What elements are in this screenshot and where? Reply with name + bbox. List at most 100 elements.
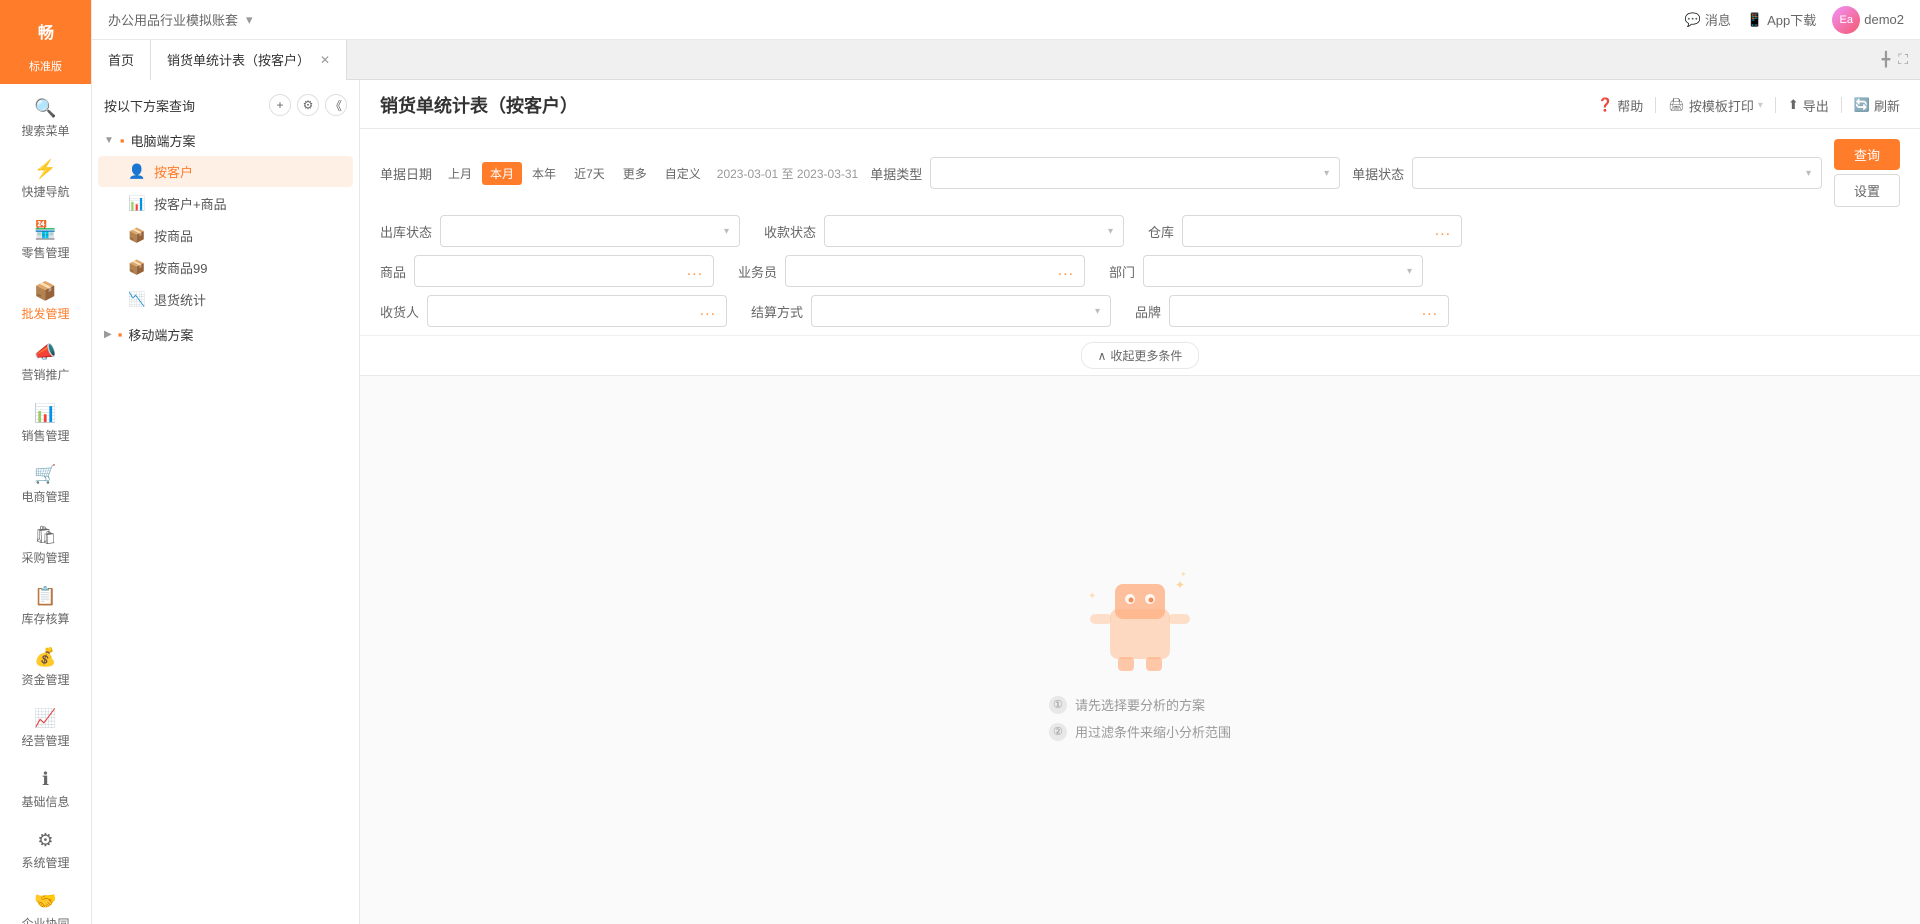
page-actions: ❓ 帮助 🖨 按模板打印 ▾ ⬆ 导出 bbox=[1597, 96, 1900, 115]
salesperson-label: 业务员 bbox=[738, 262, 777, 281]
query-button[interactable]: 查询 bbox=[1834, 139, 1900, 170]
sidebar-item-sales-mgmt[interactable]: 📊 销售管理 bbox=[0, 393, 91, 454]
date-btn-last-month[interactable]: 上月 bbox=[440, 162, 480, 185]
avatar: Ea bbox=[1832, 6, 1860, 34]
scheme-group-mobile-header[interactable]: ▶ ▪ 移动端方案 bbox=[92, 320, 359, 349]
tabbar: 首页 销货单统计表（按客户） ✕ ╋ ⛶ bbox=[92, 40, 1920, 80]
order-type-label: 单据类型 bbox=[870, 164, 922, 183]
sidebar-item-system[interactable]: ⚙ 系统管理 bbox=[0, 820, 91, 881]
desktop-group-arrow: ▼ bbox=[104, 135, 114, 146]
department-select[interactable]: ▾ bbox=[1143, 255, 1423, 287]
search-menu-icon: 🔍 bbox=[34, 98, 56, 119]
settings-button[interactable]: 设置 bbox=[1834, 174, 1900, 207]
settle-method-arrow-icon: ▾ bbox=[1095, 306, 1100, 317]
scheme-item-by-customer[interactable]: 👤 按客户 bbox=[98, 156, 353, 187]
sidebar-item-ecommerce[interactable]: 🛒 电商管理 bbox=[0, 454, 91, 515]
content-area: 按以下方案查询 + ⚙ 《 ▼ ▪ 电 bbox=[92, 80, 1920, 924]
by-customer-icon: 👤 bbox=[128, 163, 146, 180]
order-status-select[interactable]: ▾ bbox=[1412, 157, 1822, 189]
sidebar-item-finance[interactable]: 💰 资金管理 bbox=[0, 637, 91, 698]
svg-text:✦: ✦ bbox=[1088, 591, 1096, 602]
template-print-btn[interactable]: 🖨 按模板打印 ▾ bbox=[1668, 96, 1763, 115]
payment-status-label: 收款状态 bbox=[764, 222, 816, 241]
scheme-item-return-stat[interactable]: 📉 退货统计 bbox=[98, 284, 353, 315]
collapse-more-btn[interactable]: ∧ 收起更多条件 bbox=[1081, 342, 1200, 369]
scheme-item-by-goods-99[interactable]: 📦 按商品99 bbox=[98, 252, 353, 283]
scheme-header: 按以下方案查询 + ⚙ 《 bbox=[92, 88, 359, 122]
operation-icon: 📈 bbox=[34, 708, 56, 729]
tab-maximize-btn[interactable]: ⛶ bbox=[1898, 51, 1908, 68]
workspace-dropdown-icon[interactable]: ▾ bbox=[246, 12, 253, 28]
refresh-btn[interactable]: 🔄 刷新 bbox=[1854, 96, 1900, 115]
marketing-icon: 📣 bbox=[34, 342, 56, 363]
cooperation-icon: 🤝 bbox=[34, 891, 56, 912]
sidebar-item-purchase[interactable]: 🛍 采购管理 bbox=[0, 515, 91, 576]
topbar-left: 办公用品行业模拟账套 ▾ bbox=[108, 10, 253, 29]
out-status-select[interactable]: ▾ bbox=[440, 215, 740, 247]
customer-goods-icon: 📊 bbox=[128, 195, 146, 212]
sidebar-item-operation[interactable]: 📈 经营管理 bbox=[0, 698, 91, 759]
svg-text:畅: 畅 bbox=[37, 23, 53, 42]
salesperson-select[interactable]: ... bbox=[785, 255, 1085, 287]
sidebar-item-retail[interactable]: 🏪 零售管理 bbox=[0, 210, 91, 271]
tab-close-btn[interactable]: ✕ bbox=[320, 53, 330, 67]
scheme-panel: 按以下方案查询 + ⚙ 《 ▼ ▪ 电 bbox=[92, 80, 360, 924]
export-btn[interactable]: ⬆ 导出 bbox=[1788, 96, 1829, 115]
action-divider-3 bbox=[1841, 97, 1842, 113]
brand-dots: ... bbox=[1422, 302, 1438, 320]
sidebar-item-cooperation[interactable]: 🤝 企业协同 bbox=[0, 881, 91, 924]
tab-minimize-btn[interactable]: ╋ bbox=[1882, 51, 1890, 68]
goods-label: 商品 bbox=[380, 262, 406, 281]
empty-tips: ① 请先选择要分析的方案 ② 用过滤条件来缩小分析范围 bbox=[1049, 695, 1231, 741]
scheme-item-customer-goods[interactable]: 📊 按客户+商品 bbox=[98, 188, 353, 219]
svg-text:✦: ✦ bbox=[1175, 578, 1185, 592]
order-status-arrow-icon: ▾ bbox=[1806, 168, 1811, 179]
receiver-select[interactable]: ... bbox=[427, 295, 727, 327]
date-btn-more[interactable]: 更多 bbox=[615, 162, 655, 185]
order-status-label: 单据状态 bbox=[1352, 164, 1404, 183]
scheme-settings-btn[interactable]: ⚙ bbox=[297, 94, 319, 116]
user-area[interactable]: Ea demo2 bbox=[1832, 6, 1904, 34]
settle-method-select[interactable]: ▾ bbox=[811, 295, 1111, 327]
scheme-header-actions: + ⚙ 《 bbox=[269, 94, 347, 116]
payment-status-select[interactable]: ▾ bbox=[824, 215, 1124, 247]
sidebar-item-marketing[interactable]: 📣 营销推广 bbox=[0, 332, 91, 393]
scheme-add-btn[interactable]: + bbox=[269, 94, 291, 116]
by-goods-icon: 📦 bbox=[128, 227, 146, 244]
date-btn-7days[interactable]: 近7天 bbox=[566, 162, 613, 185]
sidebar-item-basic-info[interactable]: ℹ 基础信息 bbox=[0, 759, 91, 820]
scheme-collapse-btn[interactable]: 《 bbox=[325, 94, 347, 116]
sidebar-item-quick-nav[interactable]: ⚡ 快捷导航 bbox=[0, 149, 91, 210]
sidebar-item-search-menu[interactable]: 🔍 搜索菜单 bbox=[0, 88, 91, 149]
scheme-group-desktop-header[interactable]: ▼ ▪ 电脑端方案 bbox=[92, 126, 359, 155]
warehouse-select[interactable]: ... bbox=[1182, 215, 1462, 247]
sidebar-item-wholesale[interactable]: 📦 批发管理 bbox=[0, 271, 91, 332]
empty-tip-1: ① 请先选择要分析的方案 bbox=[1049, 695, 1231, 714]
message-btn[interactable]: 💬 消息 bbox=[1685, 10, 1731, 29]
action-divider-2 bbox=[1775, 97, 1776, 113]
logo-area[interactable]: 畅 标准版 bbox=[0, 0, 91, 84]
date-btn-this-year[interactable]: 本年 bbox=[524, 162, 564, 185]
date-btn-custom[interactable]: 自定义 bbox=[657, 162, 709, 185]
brand-select[interactable]: ... bbox=[1169, 295, 1449, 327]
empty-illustration: ✦ ✦ ✦ bbox=[1080, 559, 1200, 679]
tab-home[interactable]: 首页 bbox=[92, 40, 151, 80]
goods-dots: ... bbox=[687, 262, 703, 280]
order-type-select[interactable]: ▾ bbox=[930, 157, 1340, 189]
date-range-display: 2023-03-01 至 2023-03-31 bbox=[717, 165, 858, 182]
goods-select[interactable]: ... bbox=[414, 255, 714, 287]
settle-method-label: 结算方式 bbox=[751, 302, 803, 321]
tab-sales-stat[interactable]: 销货单统计表（按客户） ✕ bbox=[151, 40, 347, 80]
date-btn-this-month[interactable]: 本月 bbox=[482, 162, 522, 185]
logo-label: 标准版 bbox=[29, 58, 62, 74]
warehouse-label: 仓库 bbox=[1148, 222, 1174, 241]
sidebar-item-inventory[interactable]: 📋 库存核算 bbox=[0, 576, 91, 637]
help-btn[interactable]: ❓ 帮助 bbox=[1597, 96, 1643, 115]
scheme-item-by-goods[interactable]: 📦 按商品 bbox=[98, 220, 353, 251]
salesperson-dots: ... bbox=[1058, 262, 1074, 280]
tab-sales-stat-label: 销货单统计表（按客户） bbox=[167, 50, 310, 69]
app-download-btn[interactable]: 📱 App下载 bbox=[1747, 10, 1816, 29]
collapse-up-icon: ∧ bbox=[1098, 349, 1107, 363]
message-icon: 💬 bbox=[1685, 12, 1701, 28]
warehouse-dots: ... bbox=[1435, 222, 1451, 240]
